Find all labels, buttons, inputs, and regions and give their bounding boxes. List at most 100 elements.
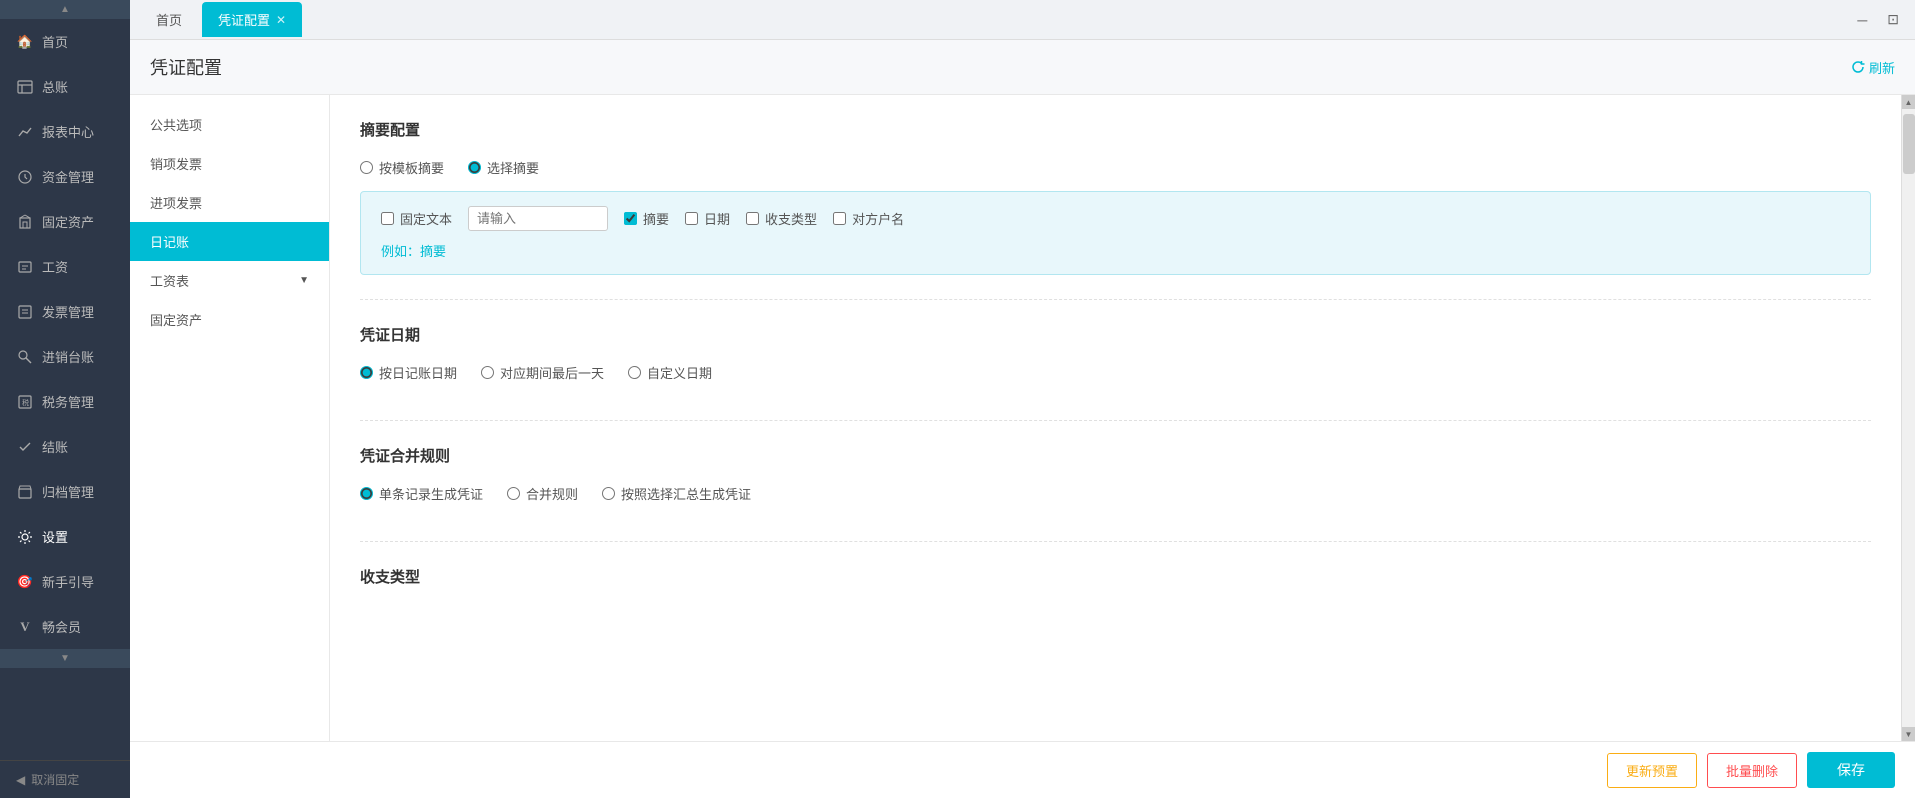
radio-template-summary-input[interactable] [360, 161, 373, 174]
tab-voucher-config[interactable]: 凭证配置 ✕ [202, 2, 302, 37]
checkbox-fixed-text[interactable]: 固定文本 [381, 209, 452, 228]
sidebar-scroll-down[interactable]: ▼ [0, 649, 130, 668]
checkbox-summary-input[interactable] [624, 212, 637, 225]
radio-custom-date-input[interactable] [628, 366, 641, 379]
checkbox-income-expense-label: 收支类型 [765, 209, 817, 228]
archive-icon [16, 483, 34, 501]
purchase-sales-icon [16, 348, 34, 366]
sidebar-item-fixed-assets[interactable]: 固定资产 [0, 199, 130, 244]
sidebar-item-new-guide[interactable]: 🎯 新手引导 [0, 559, 130, 604]
chevron-down-icon: ▼ [299, 275, 309, 286]
radio-select-summary-generate-label: 按照选择汇总生成凭证 [621, 484, 751, 503]
update-preview-button[interactable]: 更新预置 [1607, 753, 1697, 788]
income-expense-section: 收支类型 [360, 566, 1871, 629]
sidebar-item-label: 总账 [42, 77, 68, 96]
checkbox-counterparty-input[interactable] [833, 212, 846, 225]
radio-select-summary[interactable]: 选择摘要 [468, 158, 539, 177]
radio-template-summary-label: 按模板摘要 [379, 158, 444, 177]
sidebar-item-general-ledger[interactable]: 总账 [0, 64, 130, 109]
sidebar-item-label: 进销台账 [42, 347, 94, 366]
left-nav-journal[interactable]: 日记账 [130, 222, 329, 261]
sidebar-item-fund-management[interactable]: 资金管理 [0, 154, 130, 199]
sidebar-item-label: 工资 [42, 257, 68, 276]
sidebar-item-label: 归档管理 [42, 482, 94, 501]
sidebar-item-settlement[interactable]: 结账 [0, 424, 130, 469]
sidebar-item-tax-management[interactable]: 税 税务管理 [0, 379, 130, 424]
checkbox-counterparty[interactable]: 对方户名 [833, 209, 904, 228]
checkbox-counterparty-label: 对方户名 [852, 209, 904, 228]
content-body: 公共选项 销项发票 进项发票 日记账 工资表 ▼ 固定资产 [130, 95, 1915, 741]
checkbox-date[interactable]: 日期 [685, 209, 730, 228]
tab-bar: 首页 凭证配置 ✕ ─ ⊡ [130, 0, 1915, 40]
radio-last-day-period-label: 对应期间最后一天 [500, 363, 604, 382]
sidebar-item-label: 报表中心 [42, 122, 94, 141]
right-scrollbar[interactable]: ▲ ▼ [1901, 95, 1915, 741]
summary-text-input[interactable] [468, 206, 608, 231]
radio-single-record-label: 单条记录生成凭证 [379, 484, 483, 503]
radio-single-record-input[interactable] [360, 487, 373, 500]
sidebar-item-home[interactable]: 🏠 首页 [0, 19, 130, 64]
window-minimize-button[interactable]: ─ [1851, 8, 1873, 32]
sidebar-item-label: 畅会员 [42, 617, 81, 636]
sidebar-item-label: 结账 [42, 437, 68, 456]
refresh-icon [1851, 60, 1865, 74]
left-nav-label: 固定资产 [150, 310, 202, 329]
checkbox-income-expense-input[interactable] [746, 212, 759, 225]
tab-home[interactable]: 首页 [140, 2, 198, 37]
left-nav-fixed-assets[interactable]: 固定资产 [130, 300, 329, 339]
vip-icon: V [16, 618, 34, 636]
checkbox-fixed-text-input[interactable] [381, 212, 394, 225]
sidebar-item-invoice-management[interactable]: 发票管理 [0, 289, 130, 334]
scroll-thumb[interactable] [1903, 114, 1915, 174]
radio-template-summary[interactable]: 按模板摘要 [360, 158, 444, 177]
sidebar-footer-label: 取消固定 [31, 771, 79, 788]
radio-select-summary-input[interactable] [468, 161, 481, 174]
summary-box: 固定文本 摘要 日期 [360, 191, 1871, 275]
radio-merge-rule-input[interactable] [507, 487, 520, 500]
refresh-button[interactable]: 刷新 [1851, 58, 1895, 77]
radio-last-day-period[interactable]: 对应期间最后一天 [481, 363, 604, 382]
window-maximize-button[interactable]: ⊡ [1881, 7, 1905, 32]
batch-delete-button[interactable]: 批量删除 [1707, 753, 1797, 788]
voucher-date-section: 凭证日期 按日记账日期 对应期间最后一天 自定义日期 [360, 324, 1871, 421]
left-nav-sales-invoice[interactable]: 销项发票 [130, 144, 329, 183]
voucher-date-radio-group: 按日记账日期 对应期间最后一天 自定义日期 [360, 363, 1871, 382]
page-header: 凭证配置 刷新 [130, 40, 1915, 95]
radio-by-journal-date[interactable]: 按日记账日期 [360, 363, 457, 382]
left-nav-payroll-table[interactable]: 工资表 ▼ [130, 261, 329, 300]
radio-merge-rule[interactable]: 合并规则 [507, 484, 578, 503]
radio-custom-date[interactable]: 自定义日期 [628, 363, 712, 382]
scroll-track [1902, 109, 1915, 727]
sidebar-item-label: 发票管理 [42, 302, 94, 321]
tab-close-icon[interactable]: ✕ [276, 13, 286, 27]
save-button[interactable]: 保存 [1807, 752, 1895, 788]
sidebar-item-archive-management[interactable]: 归档管理 [0, 469, 130, 514]
checkbox-date-input[interactable] [685, 212, 698, 225]
checkbox-income-expense[interactable]: 收支类型 [746, 209, 817, 228]
sidebar-item-settings[interactable]: 设置 [0, 514, 130, 559]
sidebar-unpin-button[interactable]: ◀ 取消固定 [0, 760, 130, 798]
radio-select-summary-generate-input[interactable] [602, 487, 615, 500]
left-nav-purchase-invoice[interactable]: 进项发票 [130, 183, 329, 222]
scroll-up-btn[interactable]: ▲ [1902, 95, 1915, 109]
sidebar-scroll-up[interactable]: ▲ [0, 0, 130, 19]
content-wrapper: 凭证配置 刷新 公共选项 销项发票 进项发票 [130, 40, 1915, 798]
voucher-merge-title: 凭证合并规则 [360, 445, 1871, 466]
tax-icon: 税 [16, 393, 34, 411]
radio-select-summary-generate[interactable]: 按照选择汇总生成凭证 [602, 484, 751, 503]
radio-last-day-period-input[interactable] [481, 366, 494, 379]
left-nav-public-options[interactable]: 公共选项 [130, 105, 329, 144]
radio-merge-rule-label: 合并规则 [526, 484, 578, 503]
sidebar-item-purchase-sales[interactable]: 进销台账 [0, 334, 130, 379]
radio-by-journal-date-input[interactable] [360, 366, 373, 379]
checkbox-summary-label: 摘要 [643, 209, 669, 228]
radio-single-record[interactable]: 单条记录生成凭证 [360, 484, 483, 503]
radio-custom-date-label: 自定义日期 [647, 363, 712, 382]
sidebar-item-payroll[interactable]: 工资 [0, 244, 130, 289]
checkbox-summary[interactable]: 摘要 [624, 209, 669, 228]
scroll-down-btn[interactable]: ▼ [1902, 727, 1915, 741]
sidebar-item-report-center[interactable]: 报表中心 [0, 109, 130, 154]
building-icon [16, 213, 34, 231]
sidebar-item-vip[interactable]: V 畅会员 [0, 604, 130, 649]
radio-by-journal-date-label: 按日记账日期 [379, 363, 457, 382]
